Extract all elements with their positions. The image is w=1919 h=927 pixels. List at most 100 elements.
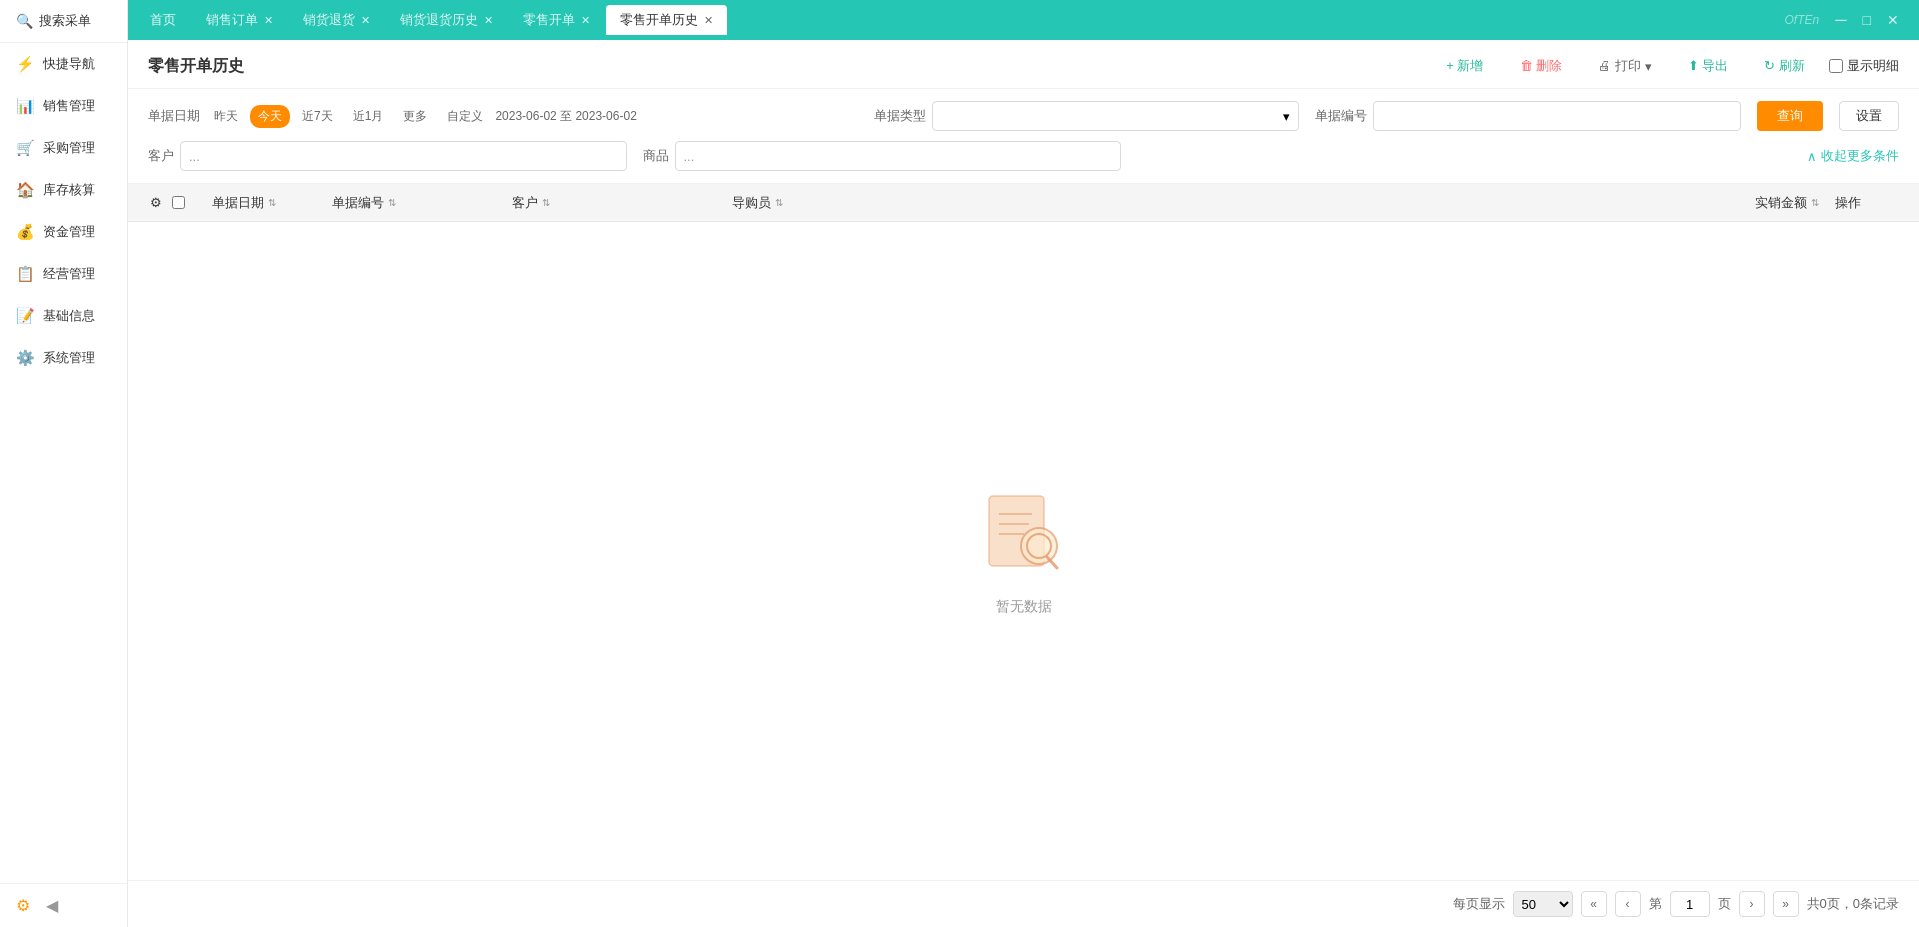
date-opt-today[interactable]: 今天 xyxy=(250,105,290,128)
th-amount-label: 实销金额 xyxy=(1755,194,1807,212)
th-guide-sort: ⇅ xyxy=(775,197,783,208)
tab-sales-return-label: 销货退货 xyxy=(303,11,355,29)
export-button[interactable]: ⬆ 导出 xyxy=(1676,52,1741,80)
sidebar-item-finance[interactable]: 💰 资金管理 xyxy=(0,211,127,253)
tab-retail-open-history-close[interactable]: ✕ xyxy=(704,14,713,27)
date-opt-custom[interactable]: 自定义 xyxy=(439,105,491,128)
date-filter-item: 单据日期 昨天 今天 近7天 近1月 更多 自定义 2023-06-02 至 2… xyxy=(148,105,858,128)
show-detail-input[interactable] xyxy=(1829,59,1843,73)
search-icon: 🔍 xyxy=(16,13,33,29)
tab-sales-return[interactable]: 销货退货 ✕ xyxy=(289,5,384,35)
date-label: 单据日期 xyxy=(148,107,200,125)
sidebar-item-label: 销售管理 xyxy=(43,97,95,115)
table-select-all[interactable] xyxy=(172,196,204,209)
tab-sales-order-close[interactable]: ✕ xyxy=(264,14,273,27)
sidebar-item-purchase-mgmt[interactable]: 🛒 采购管理 xyxy=(0,127,127,169)
sidebar-item-inventory[interactable]: 🏠 库存核算 xyxy=(0,169,127,211)
set-button[interactable]: 设置 xyxy=(1839,101,1899,131)
base-info-icon: 📝 xyxy=(16,307,35,325)
th-amount[interactable]: 实销金额 ⇅ xyxy=(1707,194,1827,212)
tab-sales-order[interactable]: 销售订单 ✕ xyxy=(192,5,287,35)
date-opt-7days[interactable]: 近7天 xyxy=(294,105,341,128)
pagination: 每页显示 50 10 20 100 « ‹ 第 页 › » 共0页，0条记录 xyxy=(128,880,1919,927)
tab-sales-return-history-close[interactable]: ✕ xyxy=(484,14,493,27)
th-guide[interactable]: 导购员 ⇅ xyxy=(724,194,844,212)
tab-retail-open-close[interactable]: ✕ xyxy=(581,14,590,27)
th-customer[interactable]: 客户 ⇅ xyxy=(504,194,724,212)
refresh-button[interactable]: ↻ 刷新 xyxy=(1752,52,1817,80)
tab-retail-open[interactable]: 零售开单 ✕ xyxy=(509,5,604,35)
date-opt-1month[interactable]: 近1月 xyxy=(345,105,392,128)
tab-home-label: 首页 xyxy=(150,11,176,29)
next-page-btn[interactable]: › xyxy=(1739,891,1765,917)
query-button[interactable]: 查询 xyxy=(1757,101,1823,131)
bill-type-select[interactable]: ▾ xyxy=(932,101,1300,131)
filter-row-2: 客户 ... 商品 ... ∧ 收起更多条件 xyxy=(148,141,1899,171)
sidebar-search-label: 搜索采单 xyxy=(39,12,91,30)
empty-illustration xyxy=(974,486,1074,586)
sidebar-item-label: 资金管理 xyxy=(43,223,95,241)
sidebar-item-quick-nav[interactable]: ⚡ 快捷导航 xyxy=(0,43,127,85)
page-label-after: 页 xyxy=(1718,895,1731,913)
goods-label: 商品 xyxy=(643,147,669,165)
filter-row-1: 单据日期 昨天 今天 近7天 近1月 更多 自定义 2023-06-02 至 2… xyxy=(148,101,1899,131)
inventory-icon: 🏠 xyxy=(16,181,35,199)
sidebar-bottom: ⚙ ◀ xyxy=(0,883,127,927)
window-minimize[interactable]: ─ xyxy=(1835,11,1846,29)
th-action-label: 操作 xyxy=(1835,194,1861,212)
last-page-btn[interactable]: » xyxy=(1773,891,1799,917)
select-all-checkbox[interactable] xyxy=(172,196,185,209)
sidebar-item-label: 经营管理 xyxy=(43,265,95,283)
th-date[interactable]: 单据日期 ⇅ xyxy=(204,194,324,212)
show-detail-checkbox[interactable]: 显示明细 xyxy=(1829,57,1899,75)
sidebar-item-label: 系统管理 xyxy=(43,349,95,367)
sales-mgmt-icon: 📊 xyxy=(16,97,35,115)
customer-filter-item: 客户 ... xyxy=(148,141,627,171)
prev-page-btn[interactable]: ‹ xyxy=(1615,891,1641,917)
empty-icon xyxy=(974,486,1074,586)
customer-input[interactable]: ... xyxy=(180,141,627,171)
window-close[interactable]: ✕ xyxy=(1887,12,1899,28)
first-page-btn[interactable]: « xyxy=(1581,891,1607,917)
collapse-arrow: ∧ xyxy=(1807,149,1817,164)
goods-input[interactable]: ... xyxy=(675,141,1122,171)
page-header: 零售开单历史 + 新增 🗑 删除 🖨 打印 ▾ ⬆ 导出 ↻ 刷新 显示明细 xyxy=(128,40,1919,89)
window-maximize[interactable]: □ xyxy=(1863,12,1871,28)
collapse-sidebar-icon[interactable]: ◀ xyxy=(46,896,58,915)
page-number-input[interactable] xyxy=(1670,891,1710,917)
goods-filter-item: 商品 ... xyxy=(643,141,1122,171)
table-header: ⚙ 单据日期 ⇅ 单据编号 ⇅ 客户 ⇅ 导购员 ⇅ xyxy=(128,184,1919,222)
settings-icon[interactable]: ⚙ xyxy=(16,896,30,915)
th-customer-label: 客户 xyxy=(512,194,538,212)
print-button[interactable]: 🖨 打印 ▾ xyxy=(1586,52,1664,80)
sidebar-item-sys-mgmt[interactable]: ⚙️ 系统管理 xyxy=(0,337,127,379)
delete-button[interactable]: 🗑 删除 xyxy=(1508,52,1575,80)
sidebar-search[interactable]: 🔍 搜索采单 xyxy=(0,0,127,43)
sidebar-item-sales-mgmt[interactable]: 📊 销售管理 xyxy=(0,85,127,127)
tab-retail-open-label: 零售开单 xyxy=(523,11,575,29)
th-customer-sort: ⇅ xyxy=(542,197,550,208)
sidebar-item-operations[interactable]: 📋 经营管理 xyxy=(0,253,127,295)
page-label-before: 第 xyxy=(1649,895,1662,913)
bill-num-label: 单据编号 xyxy=(1315,107,1367,125)
tab-retail-open-history[interactable]: 零售开单历史 ✕ xyxy=(606,5,727,35)
table-settings[interactable]: ⚙ xyxy=(140,195,172,210)
tab-sales-return-history[interactable]: 销货退货历史 ✕ xyxy=(386,5,507,35)
collapse-label: 收起更多条件 xyxy=(1821,147,1899,165)
date-opt-yesterday[interactable]: 昨天 xyxy=(206,105,246,128)
date-opt-more[interactable]: 更多 xyxy=(395,105,435,128)
quick-nav-icon: ⚡ xyxy=(16,55,35,73)
sidebar-item-base-info[interactable]: 📝 基础信息 xyxy=(0,295,127,337)
page-size-select[interactable]: 50 10 20 100 xyxy=(1513,891,1573,917)
tab-home[interactable]: 首页 xyxy=(136,5,190,35)
tab-sales-return-close[interactable]: ✕ xyxy=(361,14,370,27)
th-num-sort: ⇅ xyxy=(388,197,396,208)
th-num[interactable]: 单据编号 ⇅ xyxy=(324,194,504,212)
sidebar-item-label: 采购管理 xyxy=(43,139,95,157)
add-button[interactable]: + 新增 xyxy=(1434,52,1495,80)
collapse-button[interactable]: ∧ 收起更多条件 xyxy=(1807,143,1899,169)
bill-num-input[interactable] xyxy=(1373,101,1741,131)
print-arrow: ▾ xyxy=(1645,59,1652,74)
operations-icon: 📋 xyxy=(16,265,35,283)
th-date-label: 单据日期 xyxy=(212,194,264,212)
